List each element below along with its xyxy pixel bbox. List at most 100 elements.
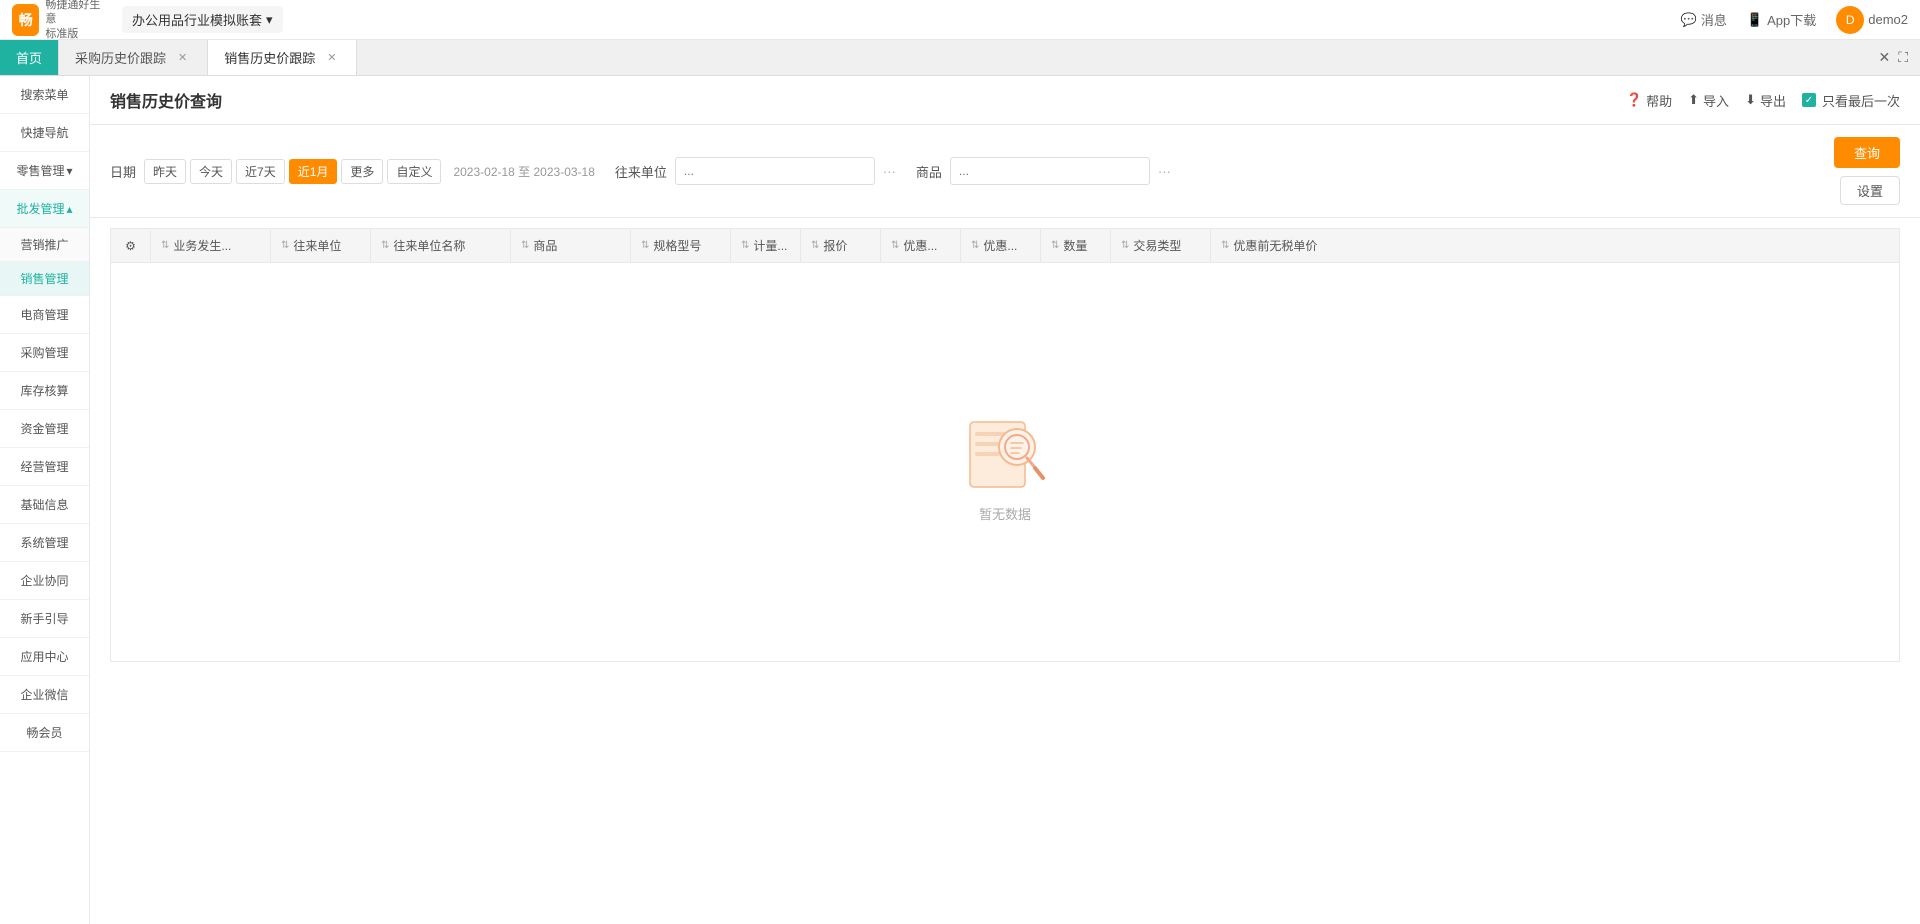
sidebar-item-apps[interactable]: 应用中心 (0, 638, 89, 676)
sidebar-item-operations[interactable]: 经营管理 (0, 448, 89, 486)
sidebar-purchase-label: 采购管理 (20, 346, 68, 360)
tab-sales-history[interactable]: 销售历史价跟踪 ✕ (208, 40, 357, 75)
th-unit-name[interactable]: ⇅ 往来单位名称 (371, 229, 511, 262)
sidebar-item-finance[interactable]: 资金管理 (0, 410, 89, 448)
sidebar-item-ecommerce[interactable]: 电商管理 (0, 296, 89, 334)
th-unit-name-sort-icon: ⇅ (381, 240, 389, 251)
logo-text: 畅捷通好生意 标准版 (45, 0, 102, 41)
th-tax-price[interactable]: ⇅ 优惠前无税单价 (1211, 229, 1899, 262)
app-selector-label: 办公用品行业模拟账套 (132, 10, 262, 29)
app-download-button[interactable]: 📱 App下载 (1747, 10, 1816, 29)
empty-illustration (955, 402, 1055, 492)
th-trade[interactable]: ⇅ 交易类型 (1111, 229, 1211, 262)
th-discount2[interactable]: ⇅ 优惠... (961, 229, 1041, 262)
user-menu-button[interactable]: D demo2 (1836, 6, 1908, 34)
th-qty-sort-icon: ⇅ (1051, 240, 1059, 251)
message-icon: 💬 (1681, 12, 1697, 28)
app-selector[interactable]: 办公用品行业模拟账套 ▾ (122, 6, 283, 33)
close-tab1-icon[interactable]: ✕ (174, 49, 191, 66)
date-1month[interactable]: 近1月 (289, 159, 338, 184)
th-discount1[interactable]: ⇅ 优惠... (881, 229, 961, 262)
sidebar-item-system[interactable]: 系统管理 (0, 524, 89, 562)
page-title-bar: 销售历史价查询 ❓ 帮助 ⬆ 导入 ⬇ 导出 ✓ 只看最后一次 (90, 76, 1920, 125)
sidebar-item-guide[interactable]: 新手引导 (0, 600, 89, 638)
sidebar-basic-label: 基础信息 (20, 498, 68, 512)
sidebar-item-search[interactable]: 搜索菜单 (0, 76, 89, 114)
fullscreen-icon[interactable]: ⛶ (1898, 49, 1908, 66)
sidebar-ecommerce-label: 电商管理 (20, 308, 68, 322)
settings-button[interactable]: 设置 (1840, 176, 1900, 205)
sidebar-item-basic[interactable]: 基础信息 (0, 486, 89, 524)
th-unit-name-label: 往来单位名称 (393, 237, 465, 254)
tab-bar-actions: ✕ ⛶ (1878, 40, 1920, 75)
help-button[interactable]: ❓ 帮助 (1626, 91, 1672, 110)
tab-purchase-history[interactable]: 采购历史价跟踪 ✕ (59, 40, 208, 75)
tab-purchase-label: 采购历史价跟踪 (75, 48, 166, 67)
th-trade-sort-icon: ⇅ (1121, 240, 1129, 251)
sidebar-item-retail[interactable]: 零售管理 ▾ (0, 152, 89, 190)
query-button[interactable]: 查询 (1834, 137, 1900, 168)
th-product[interactable]: ⇅ 商品 (511, 229, 631, 262)
message-button[interactable]: 💬 消息 (1681, 10, 1727, 29)
sidebar-wechat-label: 企业微信 (20, 688, 68, 702)
date-yesterday[interactable]: 昨天 (144, 159, 186, 184)
th-date-sort-icon: ⇅ (161, 240, 169, 251)
last-only-checkbox-area[interactable]: ✓ 只看最后一次 (1802, 91, 1900, 110)
content-area: 销售历史价查询 ❓ 帮助 ⬆ 导入 ⬇ 导出 ✓ 只看最后一次 (90, 76, 1920, 924)
sidebar-sales-label: 销售管理 (20, 272, 68, 286)
th-date-label: 业务发生... (173, 237, 231, 254)
th-discount2-sort-icon: ⇅ (971, 240, 979, 251)
th-price-sort-icon: ⇅ (811, 240, 819, 251)
unit-input[interactable] (675, 157, 875, 185)
th-spec[interactable]: ⇅ 规格型号 (631, 229, 731, 262)
product-dots: ··· (1158, 164, 1171, 179)
close-all-icon[interactable]: ✕ (1878, 49, 1890, 66)
sidebar-item-enterprise[interactable]: 企业协同 (0, 562, 89, 600)
th-unit-sort-icon: ⇅ (741, 240, 749, 251)
th-tax-price-sort-icon: ⇅ (1221, 240, 1229, 251)
sidebar-apps-label: 应用中心 (20, 650, 68, 664)
download-icon: 📱 (1747, 12, 1763, 28)
sidebar-item-member[interactable]: 畅会员 (0, 714, 89, 752)
sidebar-item-inventory[interactable]: 库存核算 (0, 372, 89, 410)
th-unit[interactable]: ⇅ 计量... (731, 229, 801, 262)
tab-bar: 首页 采购历史价跟踪 ✕ 销售历史价跟踪 ✕ ✕ ⛶ (0, 40, 1920, 76)
empty-state: 暂无数据 (895, 342, 1115, 583)
sidebar-item-purchase[interactable]: 采购管理 (0, 334, 89, 372)
close-tab2-icon[interactable]: ✕ (323, 49, 340, 66)
sidebar-member-label: 畅会员 (26, 726, 62, 740)
product-filter-row: 商品 ··· (916, 157, 1171, 185)
sidebar-item-wholesale[interactable]: 批发管理 ▴ (0, 190, 89, 228)
sidebar-enterprise-label: 企业协同 (20, 574, 68, 588)
date-7days[interactable]: 近7天 (236, 159, 285, 184)
sidebar-sub-wholesale: 营销推广 销售管理 (0, 228, 89, 296)
page-title: 销售历史价查询 (110, 88, 222, 112)
date-buttons: 昨天 今天 近7天 近1月 更多 自定义 (144, 159, 441, 184)
th-unit-code-label: 往来单位 (293, 237, 341, 254)
th-unit-code-sort-icon: ⇅ (281, 240, 289, 251)
th-price[interactable]: ⇅ 报价 (801, 229, 881, 262)
export-button[interactable]: ⬇ 导出 (1745, 91, 1786, 110)
date-more[interactable]: 更多 (341, 159, 383, 184)
chevron-down-icon: ▾ (66, 164, 72, 178)
empty-text: 暂无数据 (979, 504, 1031, 523)
th-settings[interactable]: ⚙ (111, 231, 151, 261)
sidebar-system-label: 系统管理 (20, 536, 68, 550)
sidebar-item-shortcut[interactable]: 快捷导航 (0, 114, 89, 152)
settings-icon: ⚙ (125, 239, 136, 253)
tab-home[interactable]: 首页 (0, 40, 59, 75)
date-today[interactable]: 今天 (190, 159, 232, 184)
th-price-label: 报价 (823, 237, 847, 254)
product-input[interactable] (950, 157, 1150, 185)
sidebar-item-sales-mgmt[interactable]: 销售管理 (0, 262, 89, 296)
date-custom[interactable]: 自定义 (387, 159, 441, 184)
import-button[interactable]: ⬆ 导入 (1688, 91, 1729, 110)
sidebar-marketing-label: 营销推广 (20, 238, 68, 252)
sidebar-item-marketing[interactable]: 营销推广 (0, 228, 89, 262)
th-qty[interactable]: ⇅ 数量 (1041, 229, 1111, 262)
th-discount1-label: 优惠... (903, 237, 937, 254)
logo-area: 畅 畅捷通好生意 标准版 (12, 0, 102, 41)
sidebar-item-wechat[interactable]: 企业微信 (0, 676, 89, 714)
th-unit-code[interactable]: ⇅ 往来单位 (271, 229, 371, 262)
th-date[interactable]: ⇅ 业务发生... (151, 229, 271, 262)
